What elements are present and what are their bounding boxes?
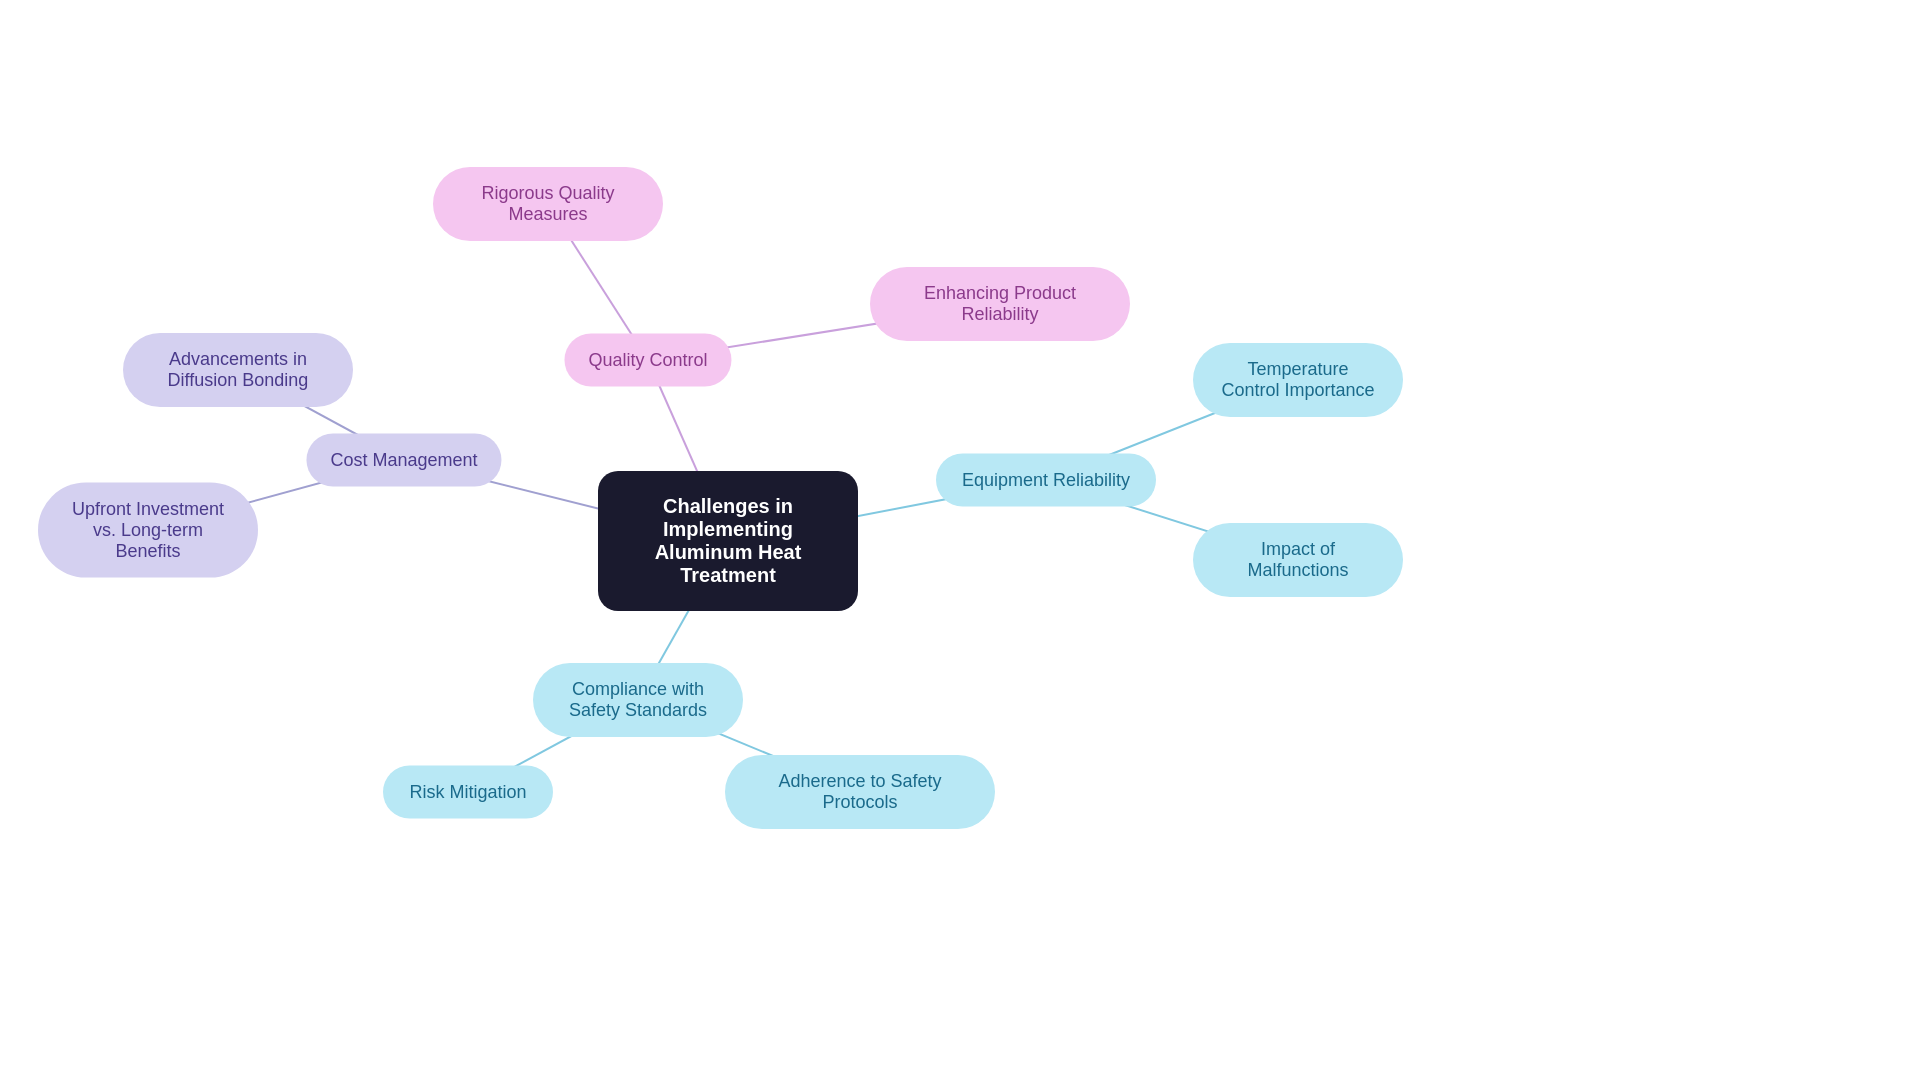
- compliance-safety-node: Compliance with Safety Standards: [533, 663, 743, 737]
- cost-management-node: Cost Management: [306, 434, 501, 487]
- quality-control-node: Quality Control: [564, 334, 731, 387]
- advancements-diffusion-node: Advancements in Diffusion Bonding: [123, 333, 353, 407]
- temperature-control-node: Temperature Control Importance: [1193, 343, 1403, 417]
- rigorous-quality-node: Rigorous Quality Measures: [433, 167, 663, 241]
- connections-svg: [0, 0, 1920, 1083]
- center-node: Challenges in Implementing Aluminum Heat…: [598, 471, 858, 611]
- mindmap-container: Challenges in Implementing Aluminum Heat…: [0, 0, 1920, 1083]
- adherence-safety-node: Adherence to Safety Protocols: [725, 755, 995, 829]
- risk-mitigation-node: Risk Mitigation: [383, 766, 553, 819]
- equipment-reliability-node: Equipment Reliability: [936, 454, 1156, 507]
- impact-malfunctions-node: Impact of Malfunctions: [1193, 523, 1403, 597]
- enhancing-reliability-node: Enhancing Product Reliability: [870, 267, 1130, 341]
- upfront-investment-node: Upfront Investment vs. Long-term Benefit…: [38, 483, 258, 578]
